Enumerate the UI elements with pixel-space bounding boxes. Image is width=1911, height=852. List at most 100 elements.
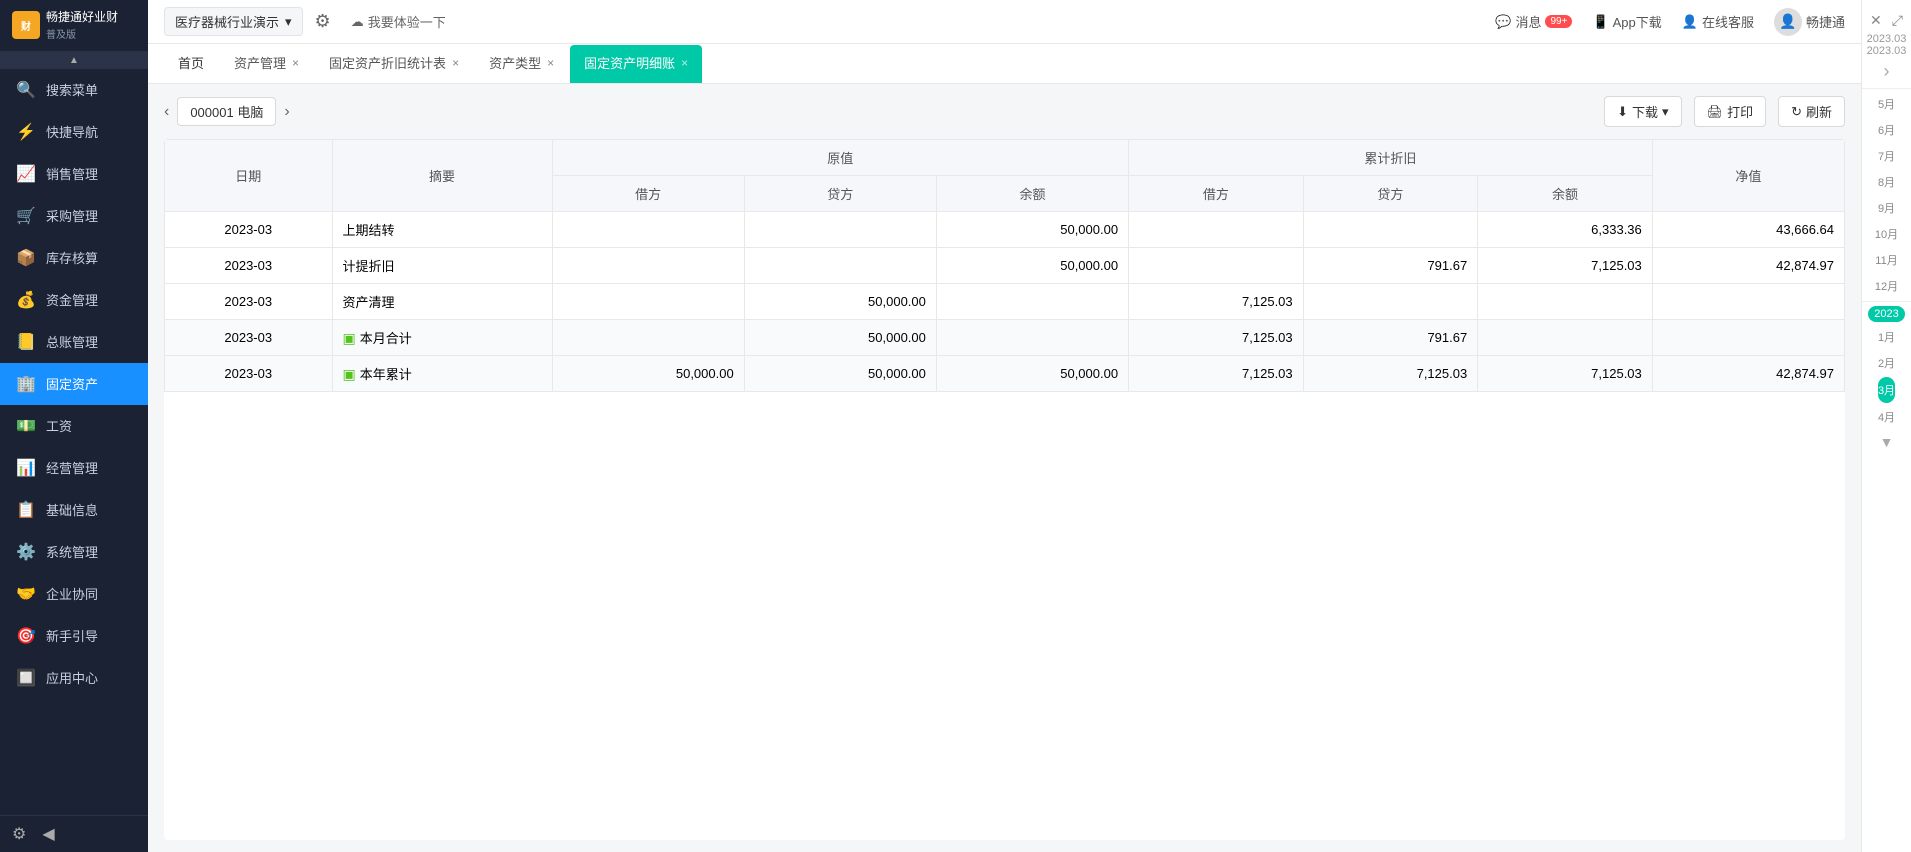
topbar: 医疗器械行业演示 ▾ ⚙ ☁ 我要体验一下 💬 消息 99+ 📱 App下载 👤… [148,0,1861,44]
tab-label-home: 首页 [178,53,204,72]
sidebar-item-system[interactable]: ⚙️系统管理 [0,531,148,573]
page-toolbar: ‹ 000001 电脑 › ⬇ 下载 ▾ 🖨 打印 ↻ 刷新 [164,96,1845,127]
right-panel-close-btn[interactable]: ✕ [1870,12,1882,29]
rp-year-badge[interactable]: 2023 [1868,306,1905,322]
tab-close-depreciation[interactable]: × [452,56,459,70]
col-orig-balance: 余额 [936,176,1128,212]
page-content: ‹ 000001 电脑 › ⬇ 下载 ▾ 🖨 打印 ↻ 刷新 [148,84,1861,852]
rp-month-bottom-1月[interactable]: 1月 [1872,324,1901,350]
sidebar-label-inventory: 库存核算 [46,248,98,267]
prev-asset-btn[interactable]: ‹ [164,103,169,121]
tab-asset-type[interactable]: 资产类型 × [475,45,568,83]
right-panel-expand-btn[interactable]: ⤢ [1892,12,1903,29]
sidebar-label-ledger: 总账管理 [46,332,98,351]
experience-icon: ☁ [351,14,364,30]
rp-month-9月[interactable]: 9月 [1875,195,1898,221]
tab-label-asset-type: 资产类型 [489,53,541,72]
rp-month-bottom-4月[interactable]: 4月 [1872,404,1901,430]
app-download-label: App下载 [1613,12,1662,31]
rp-month-11月[interactable]: 11月 [1875,247,1898,273]
rp-month-7月[interactable]: 7月 [1875,143,1898,169]
col-group-depreciation: 累计折旧 [1129,140,1653,176]
sidebar-logo: 财 畅捷通好业财 普及版 [0,0,148,52]
next-asset-btn[interactable]: › [284,103,289,121]
tab-close-assets[interactable]: × [292,56,299,70]
sidebar-icon-purchase: 🛒 [16,206,36,226]
main-content: 医疗器械行业演示 ▾ ⚙ ☁ 我要体验一下 💬 消息 99+ 📱 App下载 👤… [148,0,1861,852]
row-icon: ▣ [343,366,356,382]
sidebar-item-sales[interactable]: 📈销售管理 [0,153,148,195]
sidebar-icon-collab: 🤝 [16,584,36,604]
avatar: 👤 [1774,8,1802,36]
rp-date1: 2023.03 [1867,33,1907,45]
sidebar-icon-operations: 📊 [16,458,36,478]
sidebar-label-system: 系统管理 [46,542,98,561]
print-btn[interactable]: 🖨 打印 [1694,96,1767,127]
sidebar-scroll-up[interactable]: ▲ [0,52,148,69]
online-service-btn[interactable]: 👤 在线客服 [1682,12,1754,31]
sidebar-item-fixed[interactable]: 🏢固定资产 [0,363,148,405]
table-row: 2023-03▣本月合计50,000.007,125.03791.67 [165,320,1845,356]
rp-month-6月[interactable]: 6月 [1875,117,1898,143]
rp-right-arrow-icon[interactable]: › [1884,57,1890,86]
collapse-footer-icon[interactable]: ◀ [42,824,54,844]
message-badge: 99+ [1545,15,1572,28]
rp-arrow-down[interactable]: ▼ [1880,430,1894,454]
company-selector[interactable]: 医疗器械行业演示 ▾ [164,7,303,36]
sidebar-item-guide[interactable]: 🎯新手引导 [0,615,148,657]
settings-footer-icon[interactable]: ⚙ [12,824,26,844]
tab-home[interactable]: 首页 [164,45,218,83]
sidebar-item-operations[interactable]: 📊 经营管理 [0,447,148,489]
sidebar-item-purchase[interactable]: 🛒采购管理 [0,195,148,237]
rp-date2: 2023.03 [1867,45,1907,57]
tab-close-asset-detail[interactable]: × [681,56,688,70]
rp-month-12月[interactable]: 12月 [1875,273,1898,299]
download-icon: ⬇ [1617,104,1628,120]
rp-month-bottom-2月[interactable]: 2月 [1872,350,1901,376]
sidebar-label-operations: 经营管理 [46,458,98,477]
col-dep-balance: 余额 [1478,176,1653,212]
logo-text: 畅捷通好业财 [46,10,118,26]
refresh-label: 刷新 [1806,102,1832,121]
rp-month-bottom-3月[interactable]: 3月 [1878,377,1895,403]
tab-depreciation[interactable]: 固定资产折旧统计表× [315,45,473,83]
sidebar-menu: 🔍搜索菜单⚡快捷导航📈销售管理🛒采购管理📦库存核算💰资金管理📒总账管理🏢固定资产… [0,69,148,815]
refresh-btn[interactable]: ↻ 刷新 [1778,96,1845,127]
sidebar-item-salary[interactable]: 💵工资 [0,405,148,447]
download-label: 下载 [1632,102,1658,121]
tab-assets[interactable]: 资产管理× [220,45,313,83]
sidebar-item-quicknav[interactable]: ⚡快捷导航 [0,111,148,153]
sidebar-item-basic[interactable]: 📋基础信息 [0,489,148,531]
rp-month-8月[interactable]: 8月 [1875,169,1898,195]
download-btn[interactable]: ⬇ 下载 ▾ [1604,96,1681,127]
rp-month-10月[interactable]: 10月 [1875,221,1898,247]
col-net-value: 净值 [1652,140,1844,212]
sidebar-item-inventory[interactable]: 📦库存核算 [0,237,148,279]
sidebar-item-collab[interactable]: 🤝企业协同 [0,573,148,615]
sidebar-label-fixed: 固定资产 [46,374,98,393]
sidebar-item-search[interactable]: 🔍搜索菜单 [0,69,148,111]
asset-code: 000001 [190,105,237,120]
right-panel: ✕ ⤢ 2023.03 2023.03 › 5月6月7月8月9月10月11月12… [1861,0,1911,852]
messages-btn[interactable]: 💬 消息 99+ [1495,12,1572,31]
experience-btn[interactable]: ☁ 我要体验一下 [351,12,446,31]
col-orig-debit: 借方 [552,176,744,212]
sidebar-label-guide: 新手引导 [46,626,98,645]
username: 畅捷通 [1806,12,1845,31]
service-icon: 👤 [1682,14,1698,30]
settings-icon[interactable]: ⚙ [315,11,331,32]
sidebar-item-funds[interactable]: 💰资金管理 [0,279,148,321]
user-btn[interactable]: 👤 畅捷通 [1774,8,1845,36]
tab-asset-detail[interactable]: 固定资产明细账× [570,45,702,83]
tab-close-asset-type[interactable]: × [547,56,554,70]
sidebar-label-basic: 基础信息 [46,500,98,519]
app-download-btn[interactable]: 📱 App下载 [1592,12,1661,31]
sidebar-item-ledger[interactable]: 📒总账管理 [0,321,148,363]
row-icon: ▣ [343,330,356,346]
col-summary: 摘要 [332,140,552,212]
company-name: 医疗器械行业演示 [175,12,279,31]
sidebar: 财 畅捷通好业财 普及版 ▲ 🔍搜索菜单⚡快捷导航📈销售管理🛒采购管理📦库存核算… [0,0,148,852]
sidebar-item-apps[interactable]: 🔲应用中心 [0,657,148,699]
asset-tag: 000001 电脑 [177,97,276,126]
rp-month-5月[interactable]: 5月 [1875,91,1898,117]
